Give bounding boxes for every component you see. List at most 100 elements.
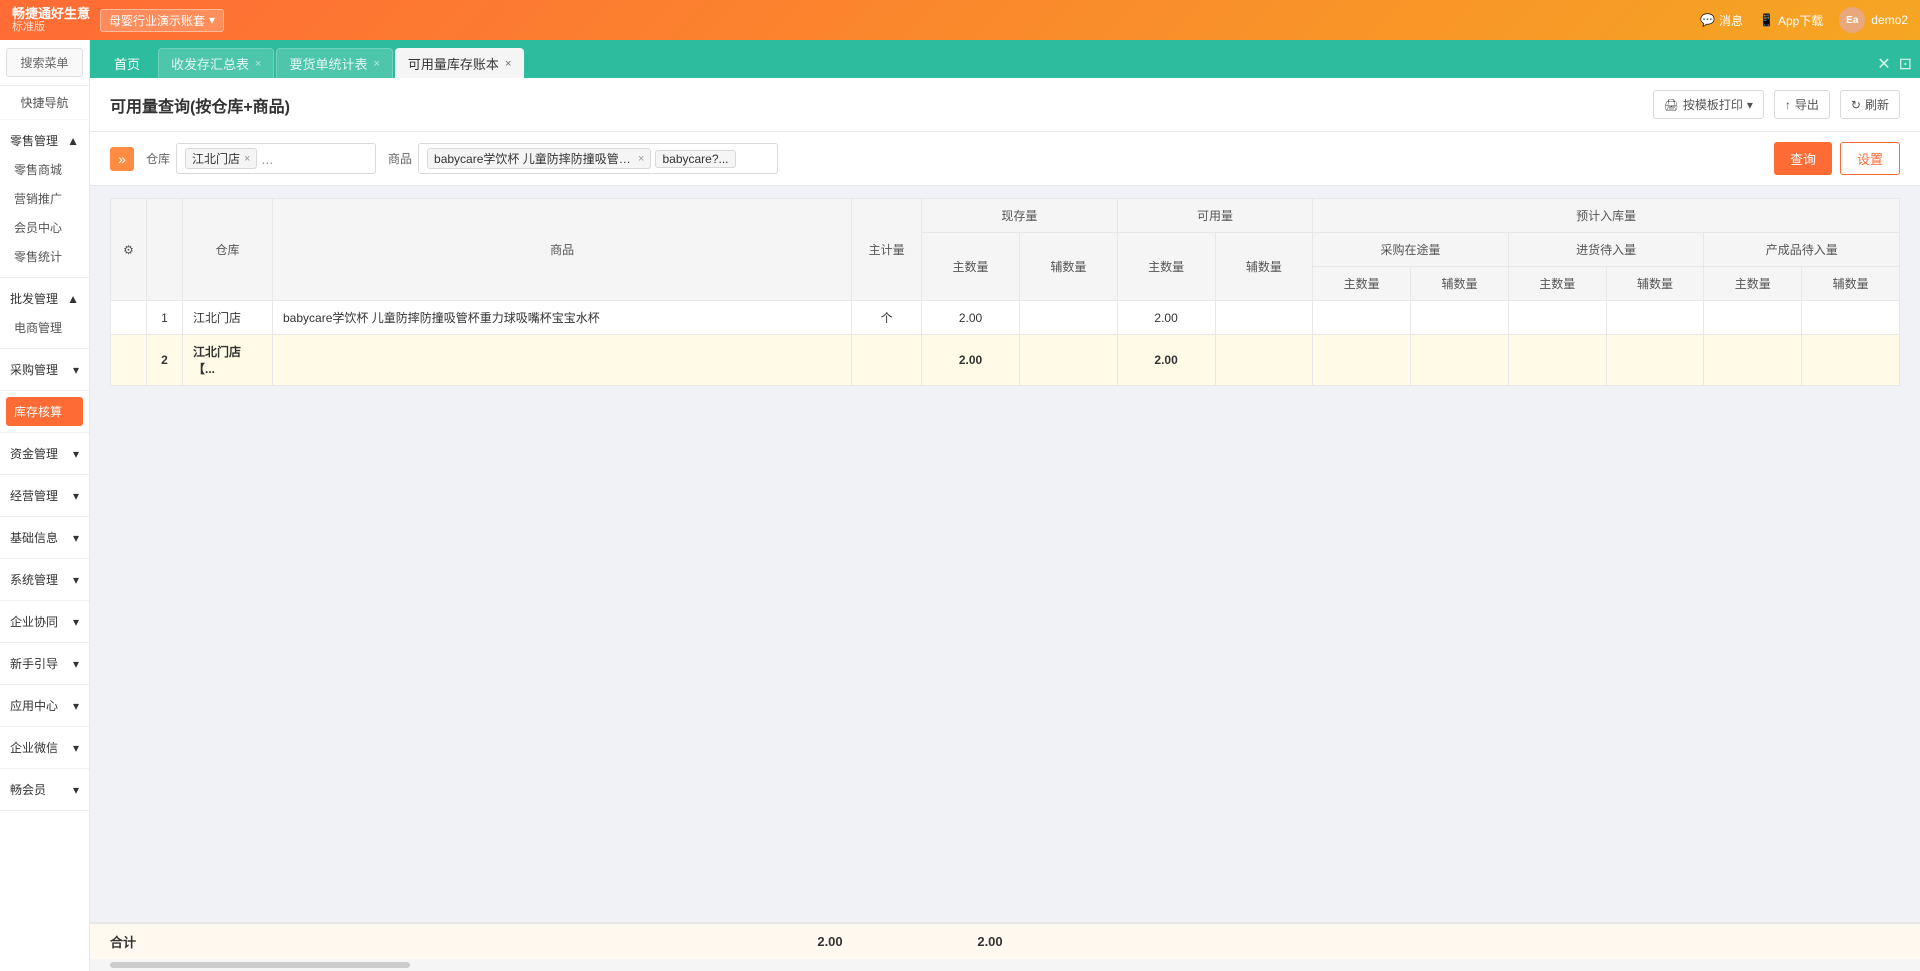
subtotal-avail-main: 2.00 [1117,335,1215,386]
th-pur-aux: 辅数量 [1411,267,1509,301]
tab-bar: 首页 收发存汇总表 × 要货单统计表 × 可用量库存账本 × ✕ ⊡ [90,40,1920,78]
th-avail-main-h: 主数量 [1117,233,1215,301]
query-btn[interactable]: 查询 [1774,142,1832,175]
th-settings[interactable]: ⚙ [111,199,147,301]
sidebar-item-ecommerce[interactable]: 电商管理 [6,313,83,342]
th-warehouse-h: 仓库 [183,199,273,301]
close-window-icon[interactable]: ✕ [1877,54,1890,74]
cell-avail-main: 2.00 [1117,301,1215,335]
sidebar: 搜索菜单 快捷导航 零售管理 ▲ 零售商城 营销推广 会员中心 零售统计 批发管… [0,40,90,971]
warehouse-more[interactable]: ... [261,151,273,167]
subtotal-empty [111,335,147,386]
sidebar-newbie-header[interactable]: 新手引导 ▾ [6,649,83,678]
cell-empty [111,301,147,335]
total-label: 合计 [110,932,790,951]
product-tag1-close[interactable]: × [638,153,644,165]
chevron-icon: ▾ [73,363,79,377]
subtotal-goods-main [1508,335,1606,386]
sidebar-section-appcenter: 应用中心 ▾ [0,685,89,727]
sidebar-item-members[interactable]: 会员中心 [6,213,83,242]
sidebar-item-retail-shop[interactable]: 零售商城 [6,155,83,184]
app-icon: 📱 [1759,13,1774,27]
horizontal-scrollbar[interactable] [90,959,1920,971]
print-btn[interactable]: 🖨 按模板打印 ▾ [1653,90,1764,119]
subtotal-goods-aux [1606,335,1704,386]
sidebar-system-header[interactable]: 系统管理 ▾ [6,565,83,594]
th-product-h: 商品 [273,199,852,301]
sidebar-section-newbie: 新手引导 ▾ [0,643,89,685]
chevron-icon: ▾ [73,615,79,629]
logo: 畅捷通好生意 标准版 [12,6,90,35]
sidebar-inventory-header[interactable]: 库存核算 [6,397,83,426]
refresh-btn[interactable]: ↻ 刷新 [1840,90,1900,119]
chevron-icon: ▲ [67,292,79,306]
th-pro-aux: 辅数量 [1802,267,1900,301]
th-unit-h: 主计量 [852,199,922,301]
sidebar-basic-header[interactable]: 基础信息 ▾ [6,523,83,552]
sidebar-operation-header[interactable]: 经营管理 ▾ [6,481,83,510]
message-btn[interactable]: 💬 消息 [1700,12,1743,29]
tab-available[interactable]: 可用量库存账本 × [395,48,524,78]
sidebar-appcenter-header[interactable]: 应用中心 ▾ [6,691,83,720]
sidebar-item-marketing[interactable]: 营销推广 [6,184,83,213]
chevron-down-icon: ▾ [209,13,215,27]
th-product-in-h: 产成品待入量 [1704,233,1900,267]
page-actions: 🖨 按模板打印 ▾ ↑ 导出 ↻ 刷新 [1653,90,1900,119]
restore-window-icon[interactable]: ⊡ [1899,54,1912,74]
sidebar-wholesale-header[interactable]: 批发管理 ▲ [6,284,83,313]
cell-purchase-aux [1411,301,1509,335]
print-icon: 🖨 [1664,98,1679,112]
chevron-icon: ▾ [73,741,79,755]
cell-current-aux [1019,301,1117,335]
tab-collect[interactable]: 收发存汇总表 × [158,48,274,78]
message-icon: 💬 [1700,13,1715,27]
cell-unit: 个 [852,301,922,335]
cell-warehouse: 江北门店 [183,301,273,335]
th-current-stock-h: 现存量 [922,199,1118,233]
sidebar-member-header[interactable]: 畅会员 ▾ [6,775,83,804]
refresh-icon: ↻ [1851,98,1861,112]
chevron-icon: ▾ [73,573,79,587]
tab-home[interactable]: 首页 [98,48,156,78]
footer-spacer [110,890,1900,910]
tab-close-order-stat[interactable]: × [373,58,379,70]
th-seq [147,199,183,301]
export-btn[interactable]: ↑ 导出 [1774,90,1830,119]
chevron-icon: ▾ [73,699,79,713]
table-container: ⚙ 仓库 商品 主计量 现存量 可用量 预计入库量 主数量 辅数量 主数量 辅数… [90,186,1920,922]
sidebar-enterprise-header[interactable]: 企业协同 ▾ [6,607,83,636]
settings-btn[interactable]: 设置 [1840,142,1900,175]
chevron-icon: ▾ [73,531,79,545]
filter-actions: 查询 设置 [1774,142,1900,175]
sidebar-section-wholesale: 批发管理 ▲ 电商管理 [0,278,89,349]
product-tag2: babycare?... [655,150,735,168]
page-content: 可用量查询(按仓库+商品) 🖨 按模板打印 ▾ ↑ 导出 ↻ 刷新 [90,78,1920,971]
filter-bar: » 仓库 江北门店 × ... 商品 babycare [90,132,1920,186]
scroll-thumb[interactable] [110,962,410,968]
sidebar-wechat-header[interactable]: 企业微信 ▾ [6,733,83,762]
product-input[interactable]: babycare学饮杯 儿童防摔防撞吸管杯重力球吸嘴杯宝宝水杯 × babyca… [418,143,778,174]
data-table: ⚙ 仓库 商品 主计量 现存量 可用量 预计入库量 主数量 辅数量 主数量 辅数… [110,198,1900,386]
tab-order-stat[interactable]: 要货单统计表 × [276,48,392,78]
sidebar-item-retail-stats[interactable]: 零售统计 [6,242,83,271]
sidebar-section-system: 系统管理 ▾ [0,559,89,601]
filter-expand-btn[interactable]: » [110,147,134,171]
cell-purchase-main [1313,301,1411,335]
content-area: 首页 收发存汇总表 × 要货单统计表 × 可用量库存账本 × ✕ ⊡ [90,40,1920,971]
app-download-btn[interactable]: 📱 App下载 [1759,12,1823,29]
tab-close-available[interactable]: × [505,58,511,70]
search-menu-btn[interactable]: 搜索菜单 [6,48,83,77]
user-menu[interactable]: Ea demo2 [1839,7,1908,33]
chevron-icon: ▲ [67,134,79,148]
warehouse-input[interactable]: 江北门店 × ... [176,143,376,174]
page-title: 可用量查询(按仓库+商品) [110,93,290,117]
tenant-selector[interactable]: 母婴行业演示账套 ▾ [100,9,224,32]
sidebar-finance-header[interactable]: 资金管理 ▾ [6,439,83,468]
tab-close-collect[interactable]: × [255,58,261,70]
sidebar-purchase-header[interactable]: 采购管理 ▾ [6,355,83,384]
sidebar-section-inventory: 库存核算 [0,391,89,433]
sidebar-item-quick-nav[interactable]: 快捷导航 [0,86,89,120]
th-forecast-h: 预计入库量 [1313,199,1900,233]
sidebar-retail-header[interactable]: 零售管理 ▲ [6,126,83,155]
warehouse-tag-close[interactable]: × [244,153,250,165]
